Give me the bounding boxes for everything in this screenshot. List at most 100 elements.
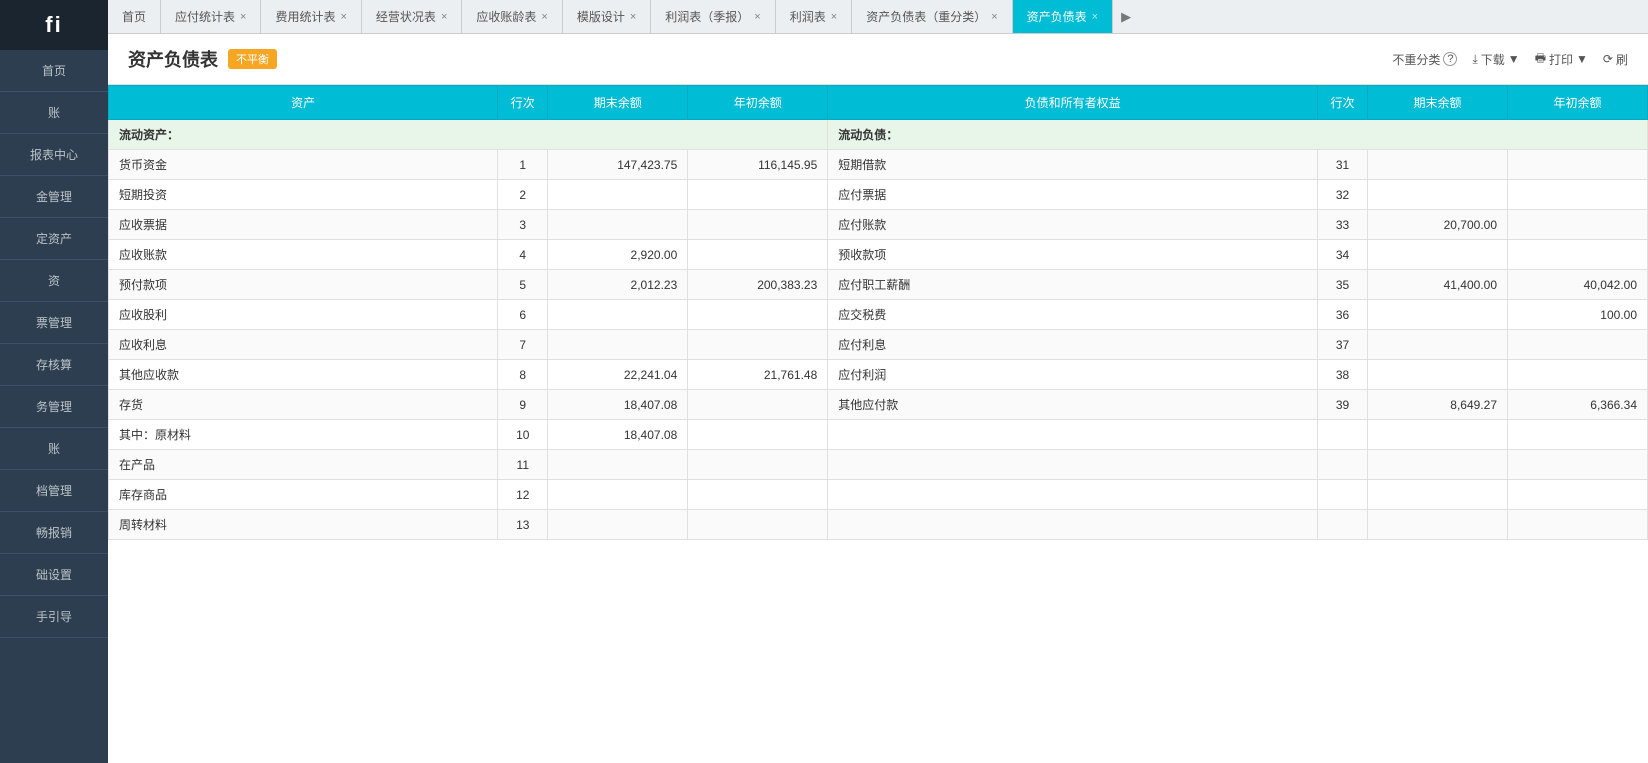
left-begin-balance[interactable]	[688, 390, 828, 420]
left-row-num: 8	[498, 360, 548, 390]
close-tab-payable-stats[interactable]: ×	[240, 11, 246, 23]
right-begin-balance[interactable]	[1508, 510, 1648, 540]
left-begin-balance[interactable]: 116,145.95	[688, 150, 828, 180]
sidebar-item-capital[interactable]: 资	[0, 260, 108, 302]
right-begin-balance[interactable]	[1508, 360, 1648, 390]
sidebar-item-archives[interactable]: 档管理	[0, 470, 108, 512]
download-button[interactable]: ⤓ 下载 ▼	[1472, 51, 1519, 68]
close-tab-expense-stats[interactable]: ×	[340, 11, 346, 23]
tab-scroll-right[interactable]: ▶	[1113, 9, 1139, 25]
tab-template-design[interactable]: 模版设计 ×	[563, 0, 651, 33]
left-end-balance[interactable]	[548, 330, 688, 360]
right-end-balance[interactable]: 20,700.00	[1368, 210, 1508, 240]
right-end-balance[interactable]	[1368, 360, 1508, 390]
classify-toggle[interactable]: 不重分类 ?	[1392, 51, 1457, 68]
tab-operations[interactable]: 经营状况表 ×	[362, 0, 462, 33]
right-begin-balance[interactable]	[1508, 420, 1648, 450]
sidebar-item-inventory[interactable]: 存核算	[0, 344, 108, 386]
tab-expense-stats[interactable]: 费用统计表 ×	[261, 0, 361, 33]
sidebar-item-assets[interactable]: 定资产	[0, 218, 108, 260]
left-begin-balance[interactable]	[688, 180, 828, 210]
sidebar-item-guide[interactable]: 手引导	[0, 596, 108, 638]
left-begin-balance[interactable]	[688, 420, 828, 450]
right-begin-balance[interactable]: 6,366.34	[1508, 390, 1648, 420]
tab-payable-stats[interactable]: 应付统计表 ×	[161, 0, 261, 33]
right-end-balance[interactable]	[1368, 330, 1508, 360]
sidebar-item-expense[interactable]: 畅报销	[0, 512, 108, 554]
right-end-balance[interactable]: 41,400.00	[1368, 270, 1508, 300]
right-end-balance[interactable]	[1368, 510, 1508, 540]
left-end-balance[interactable]: 2,012.23	[548, 270, 688, 300]
close-tab-balance[interactable]: ×	[1092, 11, 1098, 23]
right-end-balance[interactable]	[1368, 480, 1508, 510]
left-end-balance[interactable]	[548, 210, 688, 240]
left-begin-balance[interactable]	[688, 480, 828, 510]
help-icon[interactable]: ?	[1443, 52, 1457, 66]
right-row-num	[1318, 480, 1368, 510]
left-end-balance[interactable]	[548, 300, 688, 330]
sidebar-item-home[interactable]: 首页	[0, 50, 108, 92]
left-end-balance[interactable]: 18,407.08	[548, 420, 688, 450]
left-end-balance[interactable]: 18,407.08	[548, 390, 688, 420]
sidebar-item-finance[interactable]: 金管理	[0, 176, 108, 218]
right-begin-balance[interactable]	[1508, 180, 1648, 210]
tab-balance-reclassified[interactable]: 资产负债表（重分类） ×	[852, 0, 1012, 33]
sidebar-item-ledger[interactable]: 账	[0, 428, 108, 470]
right-end-balance[interactable]	[1368, 420, 1508, 450]
right-begin-balance[interactable]	[1508, 330, 1648, 360]
left-begin-balance[interactable]	[688, 450, 828, 480]
right-end-balance[interactable]	[1368, 450, 1508, 480]
sidebar-item-settings[interactable]: 础设置	[0, 554, 108, 596]
right-begin-balance[interactable]	[1508, 210, 1648, 240]
print-button[interactable]: 🖶 打印 ▼	[1535, 49, 1588, 70]
right-begin-balance[interactable]	[1508, 450, 1648, 480]
left-end-balance[interactable]: 147,423.75	[548, 150, 688, 180]
right-end-balance[interactable]	[1368, 180, 1508, 210]
sidebar-item-reports[interactable]: 报表中心	[0, 134, 108, 176]
tab-home[interactable]: 首页	[108, 0, 161, 33]
tab-receivable-aging[interactable]: 应收账龄表 ×	[462, 0, 562, 33]
left-begin-balance[interactable]	[688, 210, 828, 240]
page-actions: 不重分类 ? ⤓ 下载 ▼ 🖶 打印 ▼ ⟳ 刷	[1392, 49, 1628, 70]
left-end-balance[interactable]	[548, 510, 688, 540]
left-begin-balance[interactable]: 21,761.48	[688, 360, 828, 390]
left-row-num: 9	[498, 390, 548, 420]
left-begin-balance[interactable]	[688, 240, 828, 270]
right-begin-balance[interactable]	[1508, 150, 1648, 180]
col-header-end-balance-left: 期末余额	[548, 86, 688, 120]
close-tab-template-design[interactable]: ×	[630, 11, 636, 23]
left-begin-balance[interactable]	[688, 330, 828, 360]
right-begin-balance[interactable]	[1508, 480, 1648, 510]
right-begin-balance[interactable]: 100.00	[1508, 300, 1648, 330]
sidebar-item-invoice[interactable]: 票管理	[0, 302, 108, 344]
left-label: 应收票据	[109, 210, 498, 240]
left-row-num: 7	[498, 330, 548, 360]
tab-profit-quarterly[interactable]: 利润表（季报） ×	[651, 0, 775, 33]
left-end-balance[interactable]: 2,920.00	[548, 240, 688, 270]
left-end-balance[interactable]	[548, 180, 688, 210]
right-begin-balance[interactable]: 40,042.00	[1508, 270, 1648, 300]
left-begin-balance[interactable]	[688, 300, 828, 330]
left-label: 周转材料	[109, 510, 498, 540]
left-end-balance[interactable]: 22,241.04	[548, 360, 688, 390]
left-end-balance[interactable]	[548, 480, 688, 510]
left-begin-balance[interactable]	[688, 510, 828, 540]
tab-profit[interactable]: 利润表 ×	[776, 0, 852, 33]
right-end-balance[interactable]	[1368, 240, 1508, 270]
right-end-balance[interactable]	[1368, 300, 1508, 330]
close-tab-profit[interactable]: ×	[831, 11, 837, 23]
sidebar-item-account[interactable]: 账	[0, 92, 108, 134]
close-tab-receivable-aging[interactable]: ×	[541, 11, 547, 23]
right-begin-balance[interactable]	[1508, 240, 1648, 270]
close-tab-operations[interactable]: ×	[441, 11, 447, 23]
right-end-balance[interactable]: 8,649.27	[1368, 390, 1508, 420]
sidebar-item-business[interactable]: 务管理	[0, 386, 108, 428]
left-begin-balance[interactable]: 200,383.23	[688, 270, 828, 300]
close-tab-balance-reclassified[interactable]: ×	[991, 11, 997, 23]
right-end-balance[interactable]	[1368, 150, 1508, 180]
left-end-balance[interactable]	[548, 450, 688, 480]
download-icon: ⤓	[1472, 52, 1477, 67]
close-tab-profit-quarterly[interactable]: ×	[754, 11, 760, 23]
tab-balance[interactable]: 资产负债表 ×	[1013, 0, 1113, 33]
refresh-button[interactable]: ⟳ 刷	[1603, 51, 1628, 68]
